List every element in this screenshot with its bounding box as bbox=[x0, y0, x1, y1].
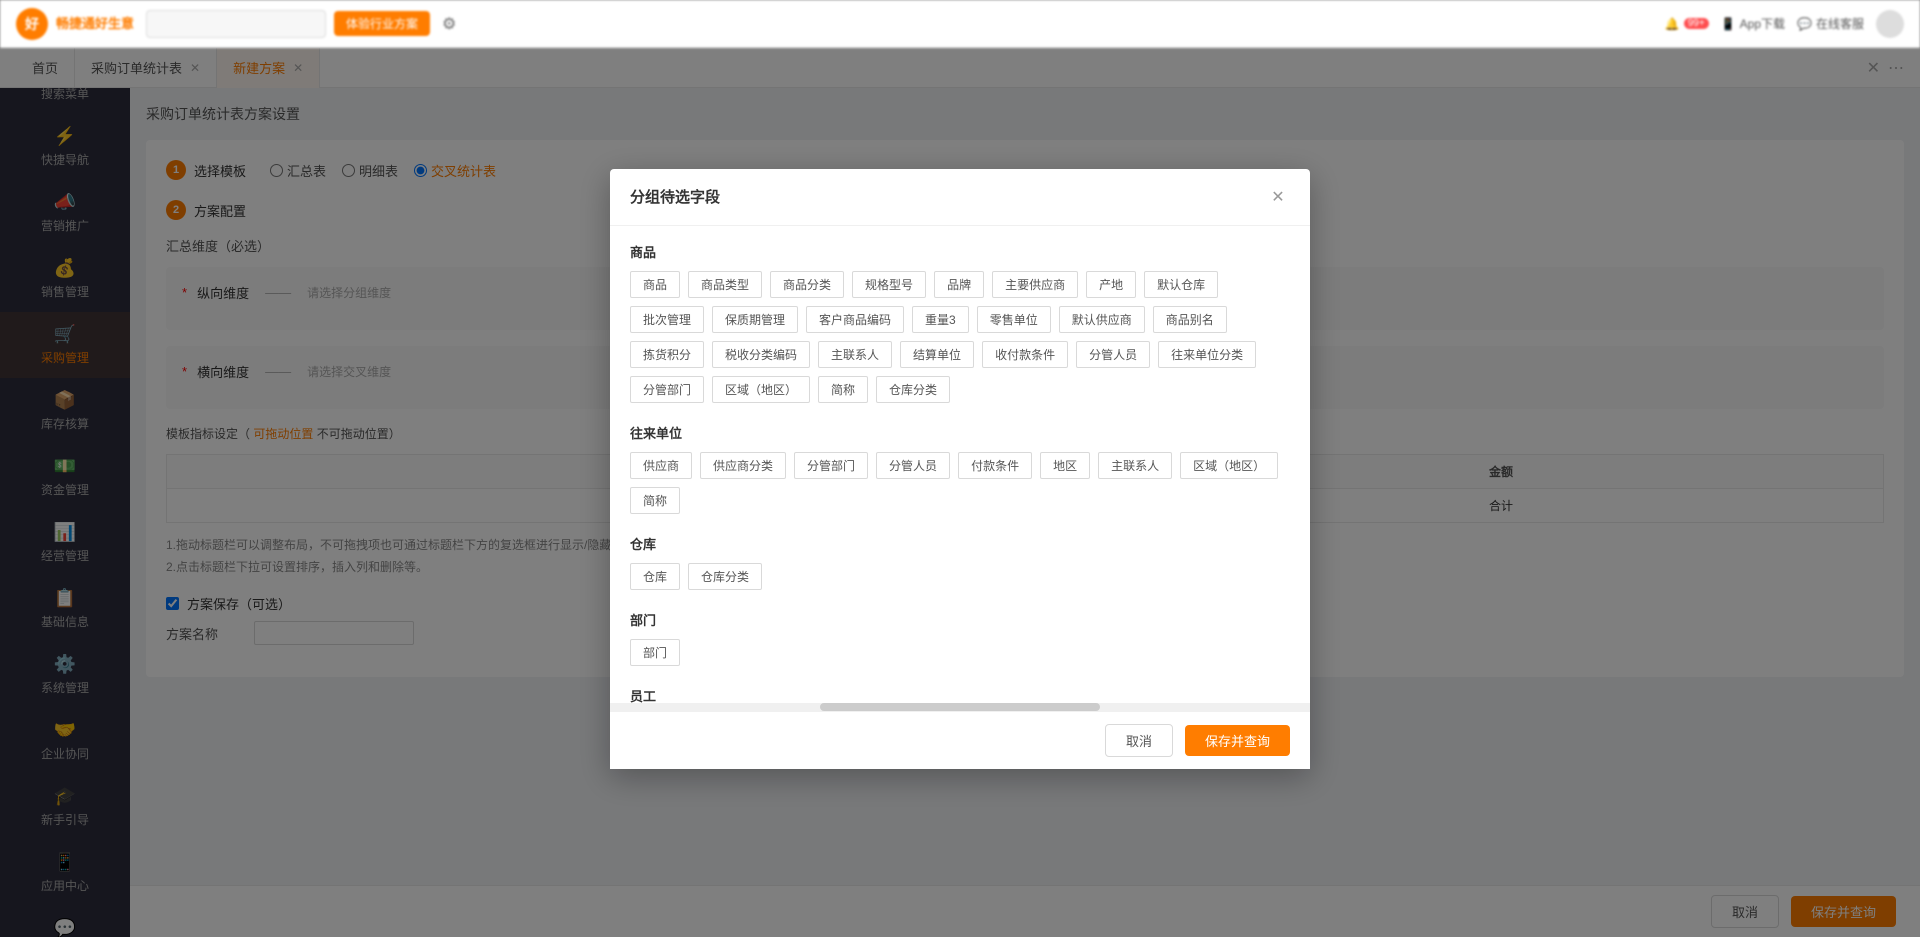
field-tag[interactable]: 重量3 bbox=[912, 306, 969, 333]
notification-badge: 99+ bbox=[1684, 18, 1709, 29]
field-tag[interactable]: 付款条件 bbox=[958, 452, 1032, 479]
scrollbar-thumb[interactable] bbox=[820, 703, 1100, 711]
search-input[interactable] bbox=[155, 17, 317, 31]
field-tag[interactable]: 客户商品编码 bbox=[806, 306, 904, 333]
field-tag[interactable]: 产地 bbox=[1086, 271, 1136, 298]
field-tag[interactable]: 简称 bbox=[818, 376, 868, 403]
field-tag[interactable]: 批次管理 bbox=[630, 306, 704, 333]
field-tag[interactable]: 仓库分类 bbox=[688, 563, 762, 590]
section-warehouse-title: 仓库 bbox=[630, 534, 1290, 553]
section-product-title: 商品 bbox=[630, 242, 1290, 261]
modal-overlay: 好 畅捷通好生意 体验行业方案 ⚙ 🔔 99+ 📱 App下载 💬 在 bbox=[0, 0, 1920, 937]
field-tag[interactable]: 简称 bbox=[630, 487, 680, 514]
field-tag[interactable]: 分管人员 bbox=[876, 452, 950, 479]
online-service-label: 在线客服 bbox=[1816, 15, 1864, 32]
field-tag[interactable]: 主要供应商 bbox=[992, 271, 1078, 298]
modal-save-button[interactable]: 保存并查询 bbox=[1185, 725, 1290, 756]
field-tag[interactable]: 往来单位分类 bbox=[1158, 341, 1256, 368]
product-tags: 商品 商品类型 商品分类 规格型号 品牌 主要供应商 产地 默认仓库 批次管理 … bbox=[630, 271, 1290, 403]
field-tag[interactable]: 商品类型 bbox=[688, 271, 762, 298]
grouping-field-modal: 分组待选字段 ✕ 商品 商品 商品类型 商品分类 规格型号 品牌 主要供应商 产… bbox=[610, 169, 1310, 769]
logo: 好 畅捷通好生意 bbox=[16, 8, 146, 40]
field-tag[interactable]: 分管部门 bbox=[630, 376, 704, 403]
modal-cancel-button[interactable]: 取消 bbox=[1105, 724, 1173, 757]
try-industry-button[interactable]: 体验行业方案 bbox=[334, 11, 430, 36]
field-tag[interactable]: 区域（地区） bbox=[1180, 452, 1278, 479]
modal-footer: 取消 保存并查询 bbox=[610, 711, 1310, 769]
field-tag[interactable]: 商品别名 bbox=[1153, 306, 1227, 333]
field-tag[interactable]: 区域（地区） bbox=[712, 376, 810, 403]
logo-icon: 好 bbox=[16, 8, 48, 40]
field-tag[interactable]: 零售单位 bbox=[977, 306, 1051, 333]
app-download-label: App下载 bbox=[1740, 15, 1785, 32]
field-tag[interactable]: 拣货积分 bbox=[630, 341, 704, 368]
field-tag[interactable]: 主联系人 bbox=[818, 341, 892, 368]
notification-item[interactable]: 🔔 99+ bbox=[1665, 17, 1709, 31]
section-department-title: 部门 bbox=[630, 610, 1290, 629]
download-icon: 📱 bbox=[1721, 17, 1736, 31]
field-tag[interactable]: 税收分类编码 bbox=[712, 341, 810, 368]
partner-tags: 供应商 供应商分类 分管部门 分管人员 付款条件 地区 主联系人 区域（地区） … bbox=[630, 452, 1290, 514]
field-tag[interactable]: 分管人员 bbox=[1076, 341, 1150, 368]
field-tag[interactable]: 默认供应商 bbox=[1059, 306, 1145, 333]
field-tag[interactable]: 仓库分类 bbox=[876, 376, 950, 403]
field-tag[interactable]: 供应商分类 bbox=[700, 452, 786, 479]
field-tag[interactable]: 分管部门 bbox=[794, 452, 868, 479]
field-tag[interactable]: 商品分类 bbox=[770, 271, 844, 298]
modal-close-button[interactable]: ✕ bbox=[1266, 185, 1290, 209]
top-search[interactable] bbox=[146, 10, 326, 38]
department-tags: 部门 bbox=[630, 639, 1290, 666]
modal-title: 分组待选字段 bbox=[630, 186, 720, 207]
online-service-item[interactable]: 💬 在线客服 bbox=[1797, 15, 1864, 32]
warehouse-tags: 仓库 仓库分类 bbox=[630, 563, 1290, 590]
section-employee-title: 员工 bbox=[630, 686, 1290, 703]
field-tag[interactable]: 规格型号 bbox=[852, 271, 926, 298]
modal-body: 商品 商品 商品类型 商品分类 规格型号 品牌 主要供应商 产地 默认仓库 批次… bbox=[610, 226, 1310, 703]
section-department: 部门 部门 bbox=[630, 610, 1290, 666]
notification-icon: 🔔 bbox=[1665, 17, 1680, 31]
field-tag[interactable]: 主联系人 bbox=[1098, 452, 1172, 479]
modal-header: 分组待选字段 ✕ bbox=[610, 169, 1310, 226]
service-icon: 💬 bbox=[1797, 17, 1812, 31]
field-tag[interactable]: 默认仓库 bbox=[1144, 271, 1218, 298]
section-warehouse: 仓库 仓库 仓库分类 bbox=[630, 534, 1290, 590]
field-tag[interactable]: 收付款条件 bbox=[982, 341, 1068, 368]
field-tag[interactable]: 结算单位 bbox=[900, 341, 974, 368]
field-tag[interactable]: 供应商 bbox=[630, 452, 692, 479]
field-tag[interactable]: 品牌 bbox=[934, 271, 984, 298]
field-tag[interactable]: 仓库 bbox=[630, 563, 680, 590]
top-actions: 🔔 99+ 📱 App下载 💬 在线客服 bbox=[1665, 10, 1904, 38]
section-employee: 员工 业务员 bbox=[630, 686, 1290, 703]
field-tag[interactable]: 地区 bbox=[1040, 452, 1090, 479]
gear-icon[interactable]: ⚙ bbox=[442, 14, 456, 34]
section-product: 商品 商品 商品类型 商品分类 规格型号 品牌 主要供应商 产地 默认仓库 批次… bbox=[630, 242, 1290, 403]
app-download-item[interactable]: 📱 App下载 bbox=[1721, 15, 1785, 32]
logo-text: 畅捷通好生意 bbox=[56, 16, 134, 32]
section-partner-title: 往来单位 bbox=[630, 423, 1290, 442]
section-partner: 往来单位 供应商 供应商分类 分管部门 分管人员 付款条件 地区 主联系人 区域… bbox=[630, 423, 1290, 514]
avatar[interactable] bbox=[1876, 10, 1904, 38]
field-tag[interactable]: 部门 bbox=[630, 639, 680, 666]
modal-horizontal-scrollbar[interactable] bbox=[610, 703, 1310, 711]
field-tag[interactable]: 商品 bbox=[630, 271, 680, 298]
field-tag[interactable]: 保质期管理 bbox=[712, 306, 798, 333]
